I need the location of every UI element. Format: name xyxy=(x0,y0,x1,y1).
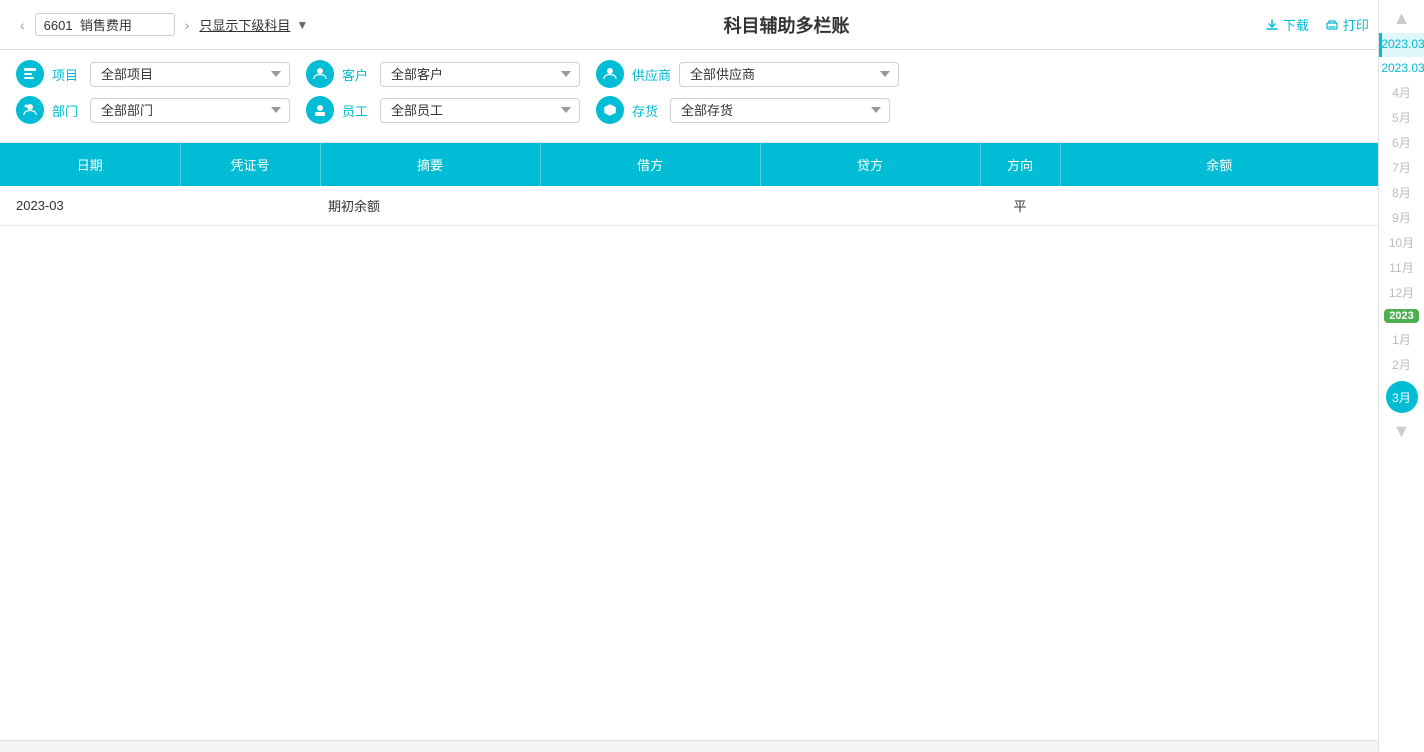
sidebar-down-button[interactable]: ▼ xyxy=(1393,421,1411,442)
col-credit: 贷方 xyxy=(760,143,980,186)
inventory-label: 存货 xyxy=(632,101,662,120)
col-summary: 摘要 xyxy=(320,143,540,186)
col-voucher: 凭证号 xyxy=(180,143,320,186)
sidebar-year-badge[interactable]: 2023 xyxy=(1384,305,1418,327)
sidebar-month-3-active[interactable]: 3月 xyxy=(1386,381,1418,413)
project-icon xyxy=(16,60,44,88)
filter-item-customer: 客户 全部客户 xyxy=(306,60,580,88)
supplier-icon xyxy=(596,60,624,88)
sidebar-period-label-1: 2023.03 xyxy=(1381,37,1424,53)
cell-credit xyxy=(760,186,980,226)
sidebar-period-label-2: 2023.03 xyxy=(1381,61,1424,77)
inventory-select[interactable]: 全部存货 xyxy=(670,98,890,123)
filter-item-employee: 员工 全部员工 xyxy=(306,96,580,124)
header: ‹ › 只显示下级科目 ▼ 科目辅助多栏账 下载 打印 ✕ xyxy=(0,0,1424,50)
filter-arrow-icon: ▼ xyxy=(296,18,308,32)
ledger-table: 日期 凭证号 摘要 借方 贷方 方向 余额 2023-03 期初余额 平 xyxy=(0,143,1378,226)
sidebar-month-6[interactable]: 6月 xyxy=(1379,130,1424,155)
filter-item-project: 项目 全部项目 xyxy=(16,60,290,88)
print-icon xyxy=(1325,18,1339,32)
employee-label: 员工 xyxy=(342,101,372,120)
customer-select-wrapper: 全部客户 xyxy=(380,62,580,87)
inventory-icon xyxy=(596,96,624,124)
prev-account-button[interactable]: ‹ xyxy=(16,15,29,35)
cell-debit xyxy=(540,186,760,226)
next-account-button[interactable]: › xyxy=(181,15,194,35)
filter-link[interactable]: 只显示下级科目 xyxy=(199,15,290,34)
filter-item-supplier: 供应商 全部供应商 xyxy=(596,60,899,88)
sidebar-month-10[interactable]: 10月 xyxy=(1379,230,1424,255)
employee-select-wrapper: 全部员工 xyxy=(380,98,580,123)
supplier-label: 供应商 xyxy=(632,65,671,84)
supplier-select[interactable]: 全部供应商 xyxy=(679,62,899,87)
employee-icon xyxy=(306,96,334,124)
project-select-wrapper: 全部项目 xyxy=(90,62,290,87)
sidebar-month-9[interactable]: 9月 xyxy=(1379,205,1424,230)
header-left: ‹ › 只显示下级科目 ▼ xyxy=(16,13,308,36)
sidebar-month-4[interactable]: 4月 xyxy=(1379,80,1424,105)
customer-label: 客户 xyxy=(342,65,372,84)
table-container: 日期 凭证号 摘要 借方 贷方 方向 余额 2023-03 期初余额 平 xyxy=(0,143,1378,740)
sidebar-month-2[interactable]: 2月 xyxy=(1379,352,1424,377)
col-date: 日期 xyxy=(0,143,180,186)
supplier-select-wrapper: 全部供应商 xyxy=(679,62,899,87)
sidebar-month-12[interactable]: 12月 xyxy=(1379,280,1424,305)
sidebar-month-7[interactable]: 7月 xyxy=(1379,155,1424,180)
project-select[interactable]: 全部项目 xyxy=(90,62,290,87)
table-header-row: 日期 凭证号 摘要 借方 贷方 方向 余额 xyxy=(0,143,1378,186)
filter-item-dept: 部门 全部部门 xyxy=(16,96,290,124)
cell-balance xyxy=(1060,186,1378,226)
cell-date: 2023-03 xyxy=(0,186,180,226)
sidebar-month-5[interactable]: 5月 xyxy=(1379,105,1424,130)
dept-label: 部门 xyxy=(52,101,82,120)
table-row: 2023-03 期初余额 平 xyxy=(0,186,1378,226)
sidebar-month-1[interactable]: 1月 xyxy=(1379,327,1424,352)
dept-icon xyxy=(16,96,44,124)
sidebar-up-button[interactable]: ▲ xyxy=(1393,8,1411,29)
project-label: 项目 xyxy=(52,65,82,84)
cell-summary: 期初余额 xyxy=(320,186,540,226)
cell-direction: 平 xyxy=(980,186,1060,226)
horizontal-scrollbar[interactable] xyxy=(0,740,1378,752)
col-debit: 借方 xyxy=(540,143,760,186)
employee-select[interactable]: 全部员工 xyxy=(380,98,580,123)
sidebar-period-item-2[interactable]: 2023.03 xyxy=(1379,57,1424,81)
sidebar-period-item-1[interactable]: 2023.03 xyxy=(1379,33,1424,57)
col-balance: 余额 xyxy=(1060,143,1378,186)
sidebar-month-11[interactable]: 11月 xyxy=(1379,255,1424,280)
customer-select[interactable]: 全部客户 xyxy=(380,62,580,87)
inventory-select-wrapper: 全部存货 xyxy=(670,98,890,123)
col-direction: 方向 xyxy=(980,143,1060,186)
page-title: 科目辅助多栏账 xyxy=(308,12,1265,38)
sidebar-month-8[interactable]: 8月 xyxy=(1379,180,1424,205)
sidebar-month-3-container[interactable]: 3月 xyxy=(1386,377,1418,417)
customer-icon xyxy=(306,60,334,88)
dept-select[interactable]: 全部部门 xyxy=(90,98,290,123)
filter-item-inventory: 存货 全部存货 xyxy=(596,96,890,124)
print-button[interactable]: 打印 xyxy=(1325,15,1369,34)
filter-row-1: 项目 全部项目 客户 全部客户 xyxy=(16,60,1408,88)
dept-select-wrapper: 全部部门 xyxy=(90,98,290,123)
filter-section: 项目 全部项目 客户 全部客户 xyxy=(0,50,1424,143)
download-button[interactable]: 下载 xyxy=(1265,15,1309,34)
scrollbar-track xyxy=(0,741,1300,751)
account-input[interactable] xyxy=(35,13,175,36)
right-sidebar: ▲ 2023.03 2023.03 4月 5月 6月 7月 8月 9月 10月 … xyxy=(1378,0,1424,752)
filter-row-2: 部门 全部部门 员工 全部员工 xyxy=(16,96,1408,124)
download-icon xyxy=(1265,18,1279,32)
cell-voucher xyxy=(180,186,320,226)
